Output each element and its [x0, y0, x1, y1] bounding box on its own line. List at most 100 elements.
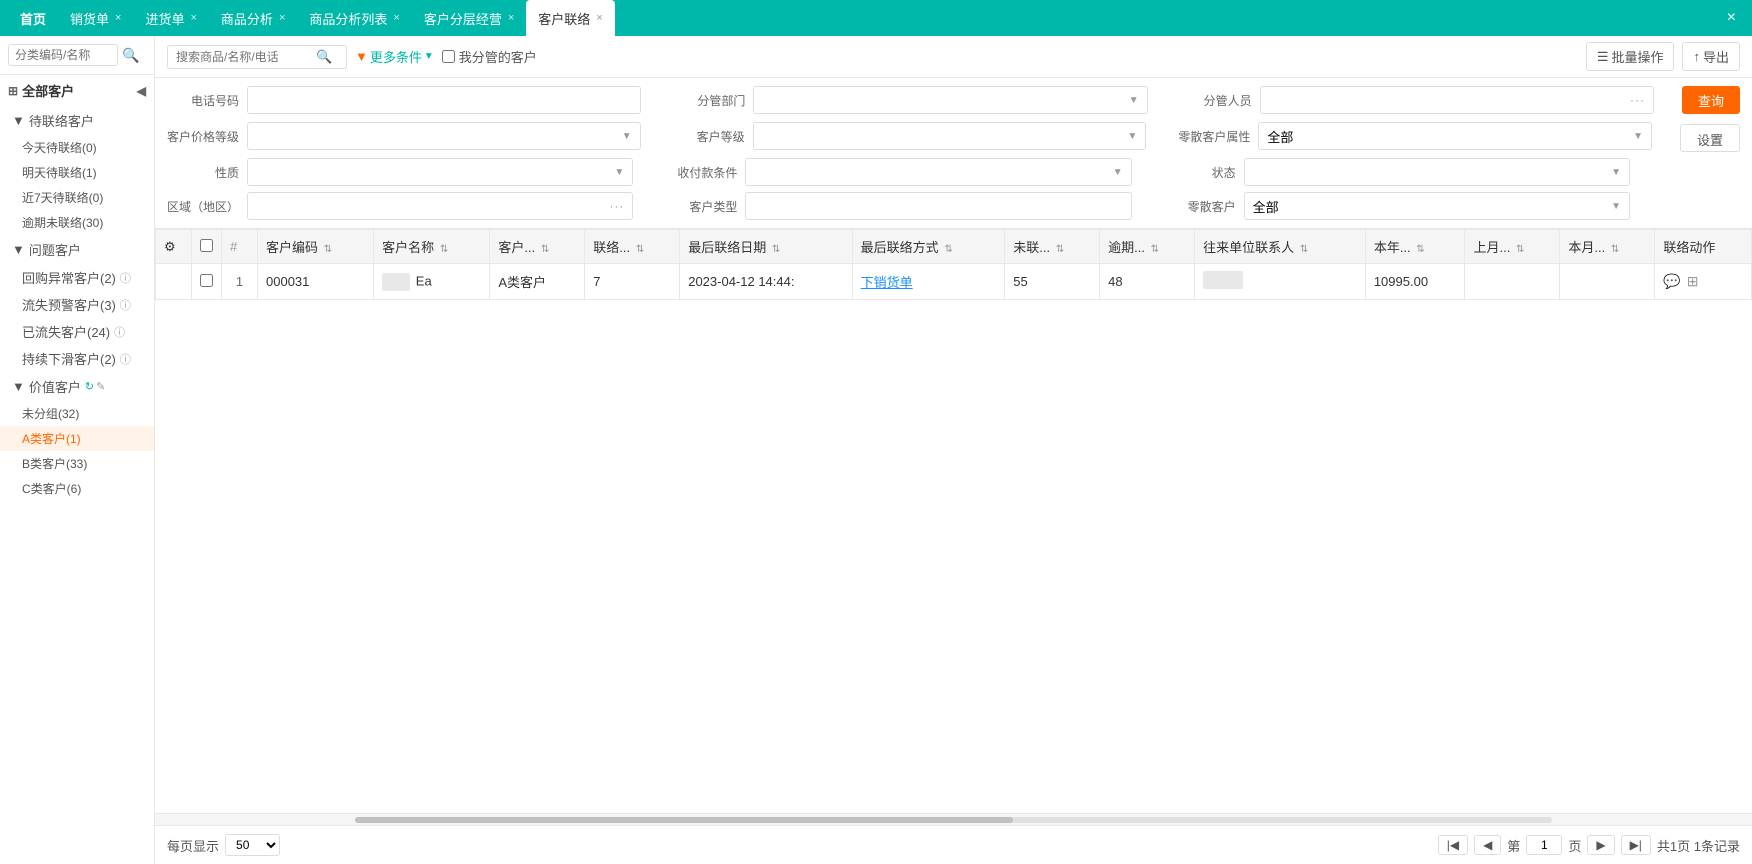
data-table-container: ⚙ # 客户编码 ⇅ 客户名称 ⇅ — [155, 229, 1752, 813]
row-action-comment-icon[interactable]: 💬 — [1663, 273, 1680, 290]
sidebar-item-7days[interactable]: 近7天待联络(0) — [0, 185, 154, 210]
nav-customer-contact[interactable]: 客户联络 × — [526, 0, 614, 36]
retail-customer-select[interactable]: 全部 ▼ — [1244, 192, 1630, 220]
status-select[interactable]: ▼ — [1244, 158, 1630, 186]
nav-analysis-close[interactable]: × — [279, 12, 285, 24]
my-customers-checkbox[interactable] — [442, 50, 455, 63]
sidebar-item-repurchase-anomaly[interactable]: 回购异常客户(2) ⓘ — [0, 264, 154, 291]
next-page-btn[interactable]: ▶ — [1587, 835, 1614, 855]
row-type: A类客户 — [490, 264, 585, 300]
col-contact-count[interactable]: 联络... ⇅ — [585, 230, 680, 264]
region-dots-icon: ··· — [609, 199, 624, 213]
sidebar-item-churn-warning[interactable]: 流失预警客户(3) ⓘ — [0, 291, 154, 318]
export-button[interactable]: ↑ 导出 — [1682, 42, 1740, 71]
sidebar-item-today[interactable]: 今天待联络(0) — [0, 135, 154, 160]
nav-customer-tier-close[interactable]: × — [508, 12, 514, 24]
col-name[interactable]: 客户名称 ⇅ — [374, 230, 490, 264]
col-last-date[interactable]: 最后联络日期 ⇅ — [680, 230, 852, 264]
last-page-btn[interactable]: ▶| — [1621, 835, 1651, 855]
dept-select[interactable]: ▼ — [753, 86, 1147, 114]
nav-sales[interactable]: 销货单 × — [58, 0, 133, 36]
col-last-method[interactable]: 最后联络方式 ⇅ — [852, 230, 1005, 264]
declining-label: 持续下滑客户(2) — [22, 349, 116, 368]
payment-select[interactable]: ▼ — [745, 158, 1131, 186]
customer-type-input[interactable] — [745, 192, 1131, 220]
nav-analysis-list-close[interactable]: × — [393, 12, 399, 24]
sidebar-collapse-btn[interactable]: ◀ — [137, 84, 146, 98]
page-number-input[interactable] — [1526, 835, 1562, 855]
page-size-select[interactable]: 50 100 200 — [225, 834, 280, 856]
sidebar-group-problem[interactable]: ▼ 问题客户 — [0, 235, 154, 264]
nav-customer-contact-close[interactable]: × — [596, 12, 602, 24]
row-last-method[interactable]: 下销货单 — [852, 264, 1005, 300]
nav-home[interactable]: 首页 — [8, 0, 58, 36]
main-layout: 🔍 ⊞ 全部客户 ◀ ▼ 待联络客户 今天待联络(0) 明天待联络(1) 近7天… — [0, 36, 1752, 864]
sidebar-item-class-c[interactable]: C类客户(6) — [0, 476, 154, 501]
nav-purchase-close[interactable]: × — [190, 12, 196, 24]
col-this-year[interactable]: 本年... ⇅ — [1365, 230, 1465, 264]
sidebar-item-class-b[interactable]: B类客户(33) — [0, 451, 154, 476]
nature-select[interactable]: ▼ — [247, 158, 633, 186]
sidebar-search-input[interactable] — [8, 44, 118, 66]
more-filters-btn[interactable]: ▼ 更多条件 ▼ — [355, 47, 434, 66]
col-code-sort-icon: ⇅ — [324, 244, 332, 255]
group-arrow-pending: ▼ — [12, 113, 25, 128]
prev-page-btn[interactable]: ◀ — [1474, 835, 1501, 855]
sidebar-item-churned[interactable]: 已流失客户(24) ⓘ — [0, 318, 154, 345]
price-level-select[interactable]: ▼ — [247, 122, 641, 150]
sidebar-item-unclassified[interactable]: 未分组(32) — [0, 401, 154, 426]
dept-label: 分管部门 — [673, 92, 753, 109]
customer-level-select[interactable]: ▼ — [753, 122, 1147, 150]
sidebar-item-declining[interactable]: 持续下滑客户(2) ⓘ — [0, 345, 154, 372]
nav-analysis-list[interactable]: 商品分析列表 × — [297, 0, 411, 36]
edit-group-icon[interactable]: ✎ — [96, 380, 105, 393]
batch-ops-button[interactable]: ☰ 批量操作 — [1586, 42, 1675, 71]
retail-attr-select[interactable]: 全部 ▼ — [1258, 122, 1652, 150]
query-button[interactable]: 查询 — [1682, 86, 1740, 114]
refresh-icon[interactable]: ↻ — [85, 380, 94, 393]
phone-input[interactable] — [247, 86, 641, 114]
manager-label: 分管人员 — [1180, 92, 1260, 109]
sidebar-item-overdue[interactable]: 逾期未联络(30) — [0, 210, 154, 235]
nav-customer-tier[interactable]: 客户分层经营 × — [412, 0, 526, 36]
row-checkbox[interactable] — [200, 274, 213, 287]
retail-attr-value: 全部 — [1267, 127, 1293, 146]
nav-analysis[interactable]: 商品分析 × — [209, 0, 297, 36]
close-all-tabs[interactable]: × — [1719, 9, 1744, 27]
scrollbar-thumb[interactable] — [355, 817, 1013, 823]
sidebar-item-class-a[interactable]: A类客户(1) — [0, 426, 154, 451]
group-arrow-problem: ▼ — [12, 242, 25, 257]
col-settings[interactable]: ⚙ — [156, 230, 192, 264]
col-overdue[interactable]: 逾期... ⇅ — [1100, 230, 1195, 264]
horizontal-scrollbar[interactable] — [155, 813, 1752, 825]
sidebar-item-tomorrow[interactable]: 明天待联络(1) — [0, 160, 154, 185]
region-select[interactable]: ··· — [247, 192, 633, 220]
first-page-btn[interactable]: |◀ — [1438, 835, 1468, 855]
settings-button[interactable]: 设置 — [1680, 124, 1740, 152]
manager-select[interactable]: ··· — [1260, 86, 1654, 114]
col-this-month[interactable]: 本月... ⇅ — [1560, 230, 1655, 264]
filter-search-icon[interactable]: 🔍 — [316, 49, 332, 65]
sidebar-search-icon[interactable]: 🔍 — [122, 47, 139, 64]
scrollbar-track[interactable] — [355, 817, 1552, 823]
col-contact-person[interactable]: 往来单位联系人 ⇅ — [1195, 230, 1366, 264]
advanced-filter: 电话号码 分管部门 ▼ 分管人员 ··· — [155, 78, 1752, 229]
sidebar-group-pending[interactable]: ▼ 待联络客户 — [0, 106, 154, 135]
nav-sales-close[interactable]: × — [115, 12, 121, 24]
filter-search-input[interactable] — [176, 50, 316, 64]
row-checkbox-cell[interactable] — [192, 264, 222, 300]
col-checkbox-header[interactable] — [192, 230, 222, 264]
col-last-month[interactable]: 上月... ⇅ — [1465, 230, 1560, 264]
col-no-contact[interactable]: 未联... ⇅ — [1005, 230, 1100, 264]
sidebar-all-customers[interactable]: ⊞ 全部客户 ◀ — [0, 75, 154, 106]
settings-icon[interactable]: ⚙ — [164, 239, 176, 254]
col-type-label: 客户... — [498, 240, 535, 255]
row-action-qr-icon[interactable]: ⊞ — [1687, 273, 1699, 290]
row-no-contact: 55 — [1005, 264, 1100, 300]
col-code[interactable]: 客户编码 ⇅ — [258, 230, 374, 264]
col-type[interactable]: 客户... ⇅ — [490, 230, 585, 264]
row-last-method-value[interactable]: 下销货单 — [861, 275, 913, 290]
nav-purchase[interactable]: 进货单 × — [133, 0, 208, 36]
select-all-checkbox[interactable] — [200, 239, 213, 252]
sidebar-group-value[interactable]: ▼ 价值客户 ↻ ✎ — [0, 372, 154, 401]
